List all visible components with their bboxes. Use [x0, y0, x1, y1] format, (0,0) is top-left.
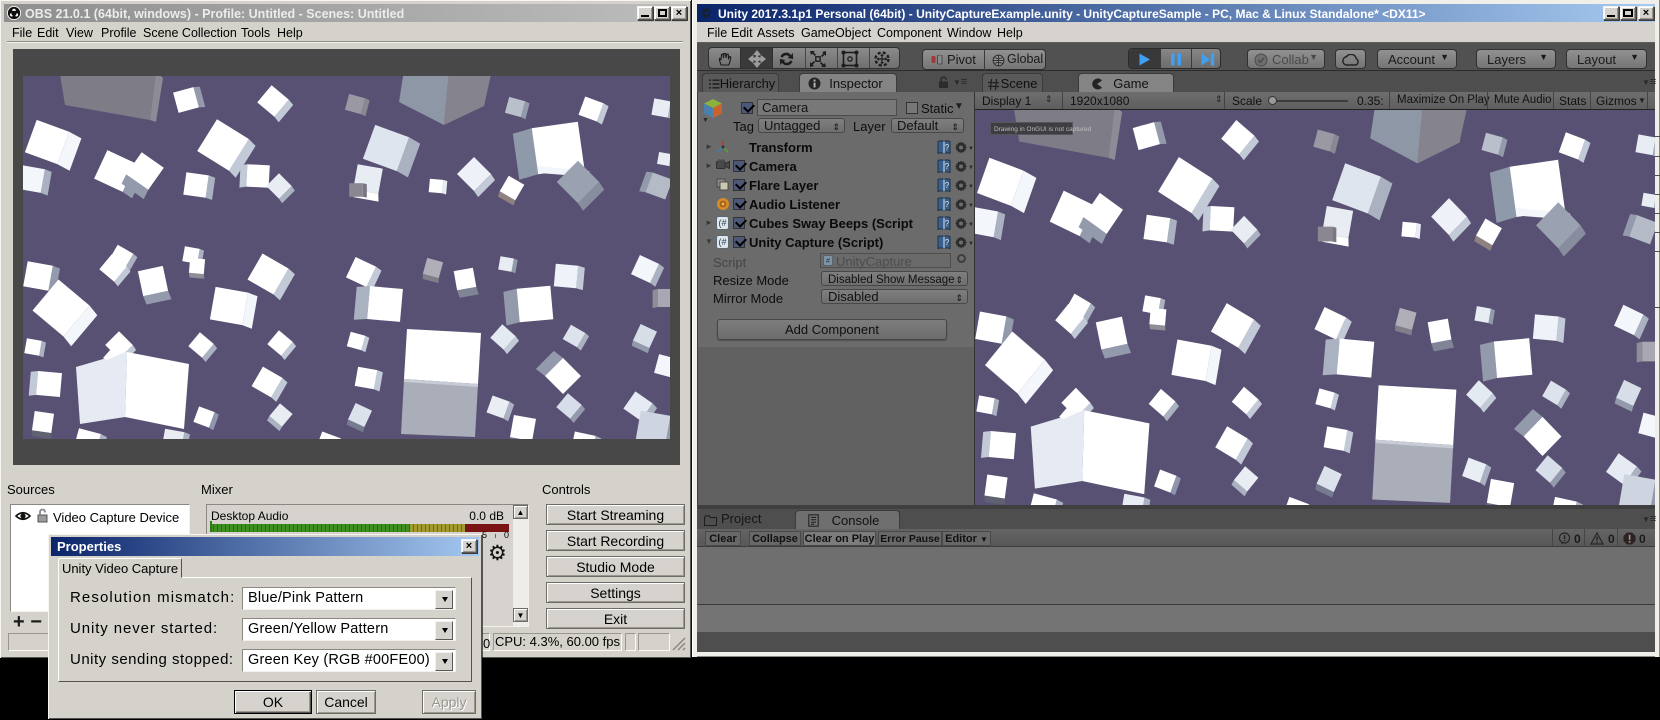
svg-text:(#: (#: [718, 218, 726, 228]
svg-text:?: ?: [945, 219, 950, 228]
svg-text:#: #: [826, 258, 830, 265]
svg-text:(#: (#: [718, 237, 726, 247]
svg-text:?: ?: [945, 162, 950, 171]
svg-text:?: ?: [945, 143, 950, 152]
svg-text:?: ?: [945, 200, 950, 209]
svg-text:?: ?: [945, 238, 950, 247]
svg-text:?: ?: [945, 181, 950, 190]
